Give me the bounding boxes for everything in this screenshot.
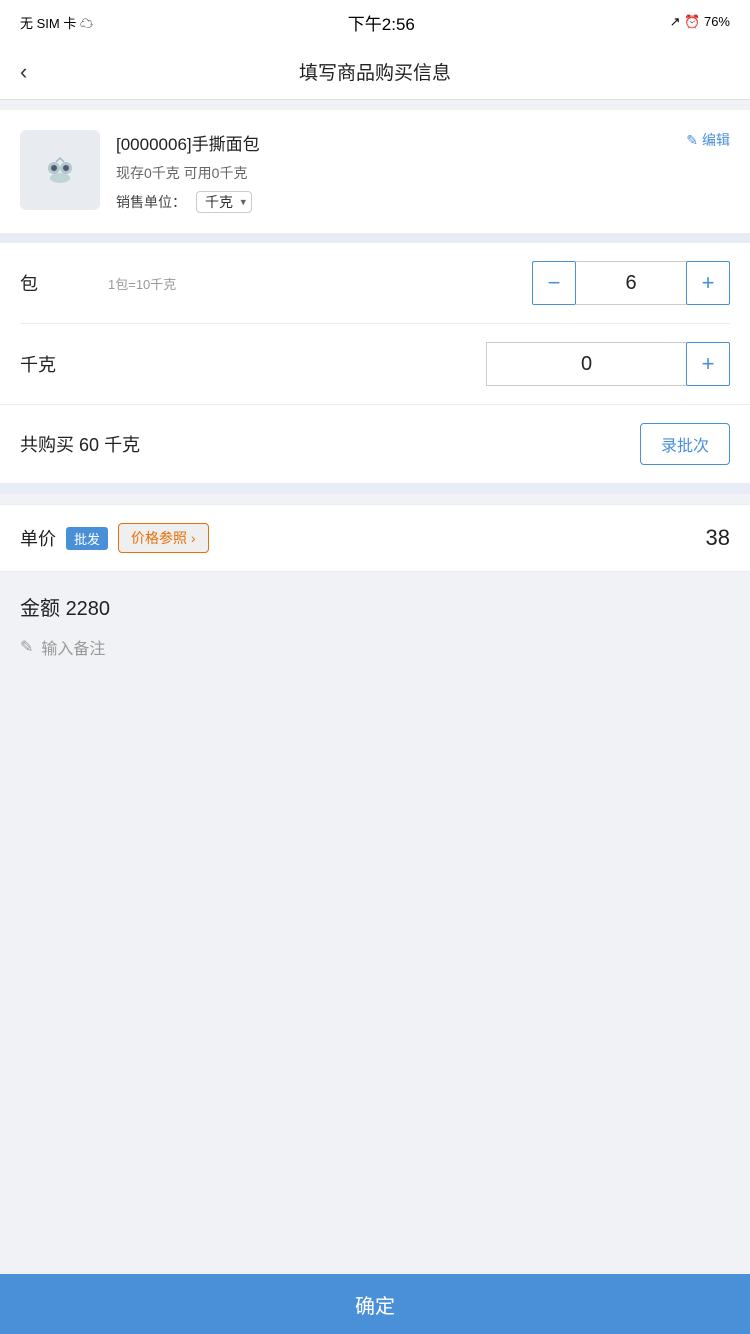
nav-bar: ‹ 填写商品购买信息 [0,44,750,100]
summary-unit: 千克 [104,435,140,455]
bao-input-row: 包 1包=10千克 − + [20,243,730,324]
content-filler [0,669,750,969]
bao-label: 包 [20,270,100,296]
summary-qty: 60 [79,435,99,455]
product-info: [0000006]手撕面包 现存0千克 可用0千克 销售单位： 千克 [116,130,730,213]
status-time: 下午2:56 [348,10,415,35]
price-value: 38 [706,525,730,551]
back-button[interactable]: ‹ [20,59,27,85]
product-stock: 现存0千克 可用0千克 [116,163,730,183]
summary-text: 共购买 60 千克 [20,431,140,457]
status-bar: 无 SIM 卡 ☁ 下午2:56 ↗ ⏰ 76% [0,0,750,44]
confirm-button[interactable]: 确定 [0,1274,750,1334]
product-thumbnail [20,130,100,210]
amount-label: 金额 [20,598,60,620]
kg-plus-button[interactable]: + [686,342,730,386]
separator-1 [0,233,750,243]
separator-2 [0,484,750,494]
kg-stepper: + [486,342,730,386]
status-right: ↗ ⏰ 76% [670,14,730,30]
edit-label: 编辑 [702,130,730,150]
amount-section: 金额 2280 ✎ 输入备注 [0,572,750,669]
product-title: [0000006]手撕面包 [116,130,730,155]
batch-button[interactable]: 录批次 [640,423,730,465]
kg-label: 千克 [20,351,100,377]
input-section: 包 1包=10千克 − + 千克 + [0,243,750,404]
remark-row[interactable]: ✎ 输入备注 [20,635,730,669]
unit-label: 销售单位： [116,192,186,212]
edit-button[interactable]: ✎ 编辑 [686,130,730,150]
price-label: 单价 [20,525,56,551]
product-unit-row: 销售单位： 千克 [116,191,730,213]
summary-row: 共购买 60 千克 录批次 [0,404,750,484]
summary-prefix: 共购买 [20,435,74,455]
page-title: 填写商品购买信息 [299,58,451,85]
remark-icon: ✎ [20,637,33,657]
bao-minus-button[interactable]: − [532,261,576,305]
amount-number: 2280 [66,598,111,620]
kg-input-wrap: + [486,342,730,386]
kg-input-row: 千克 + [20,324,730,404]
kg-input[interactable] [486,342,686,386]
product-card: [0000006]手撕面包 现存0千克 可用0千克 销售单位： 千克 ✎ 编辑 [0,110,750,233]
price-tag: 批发 [66,527,108,550]
price-section: 单价 批发 价格参照 › 38 [0,504,750,572]
status-left: 无 SIM 卡 ☁ [20,13,93,32]
amount-row: 金额 2280 [20,592,730,621]
bao-plus-button[interactable]: + [686,261,730,305]
remark-placeholder: 输入备注 [41,635,105,659]
bao-sub-label: 1包=10千克 [108,274,532,293]
bao-stepper: − + [532,261,730,305]
unit-select[interactable]: 千克 [196,191,252,213]
bao-input[interactable] [576,261,686,305]
edit-icon: ✎ [686,132,698,149]
price-ref-button[interactable]: 价格参照 › [118,523,209,553]
unit-select-wrap[interactable]: 千克 [196,191,252,213]
